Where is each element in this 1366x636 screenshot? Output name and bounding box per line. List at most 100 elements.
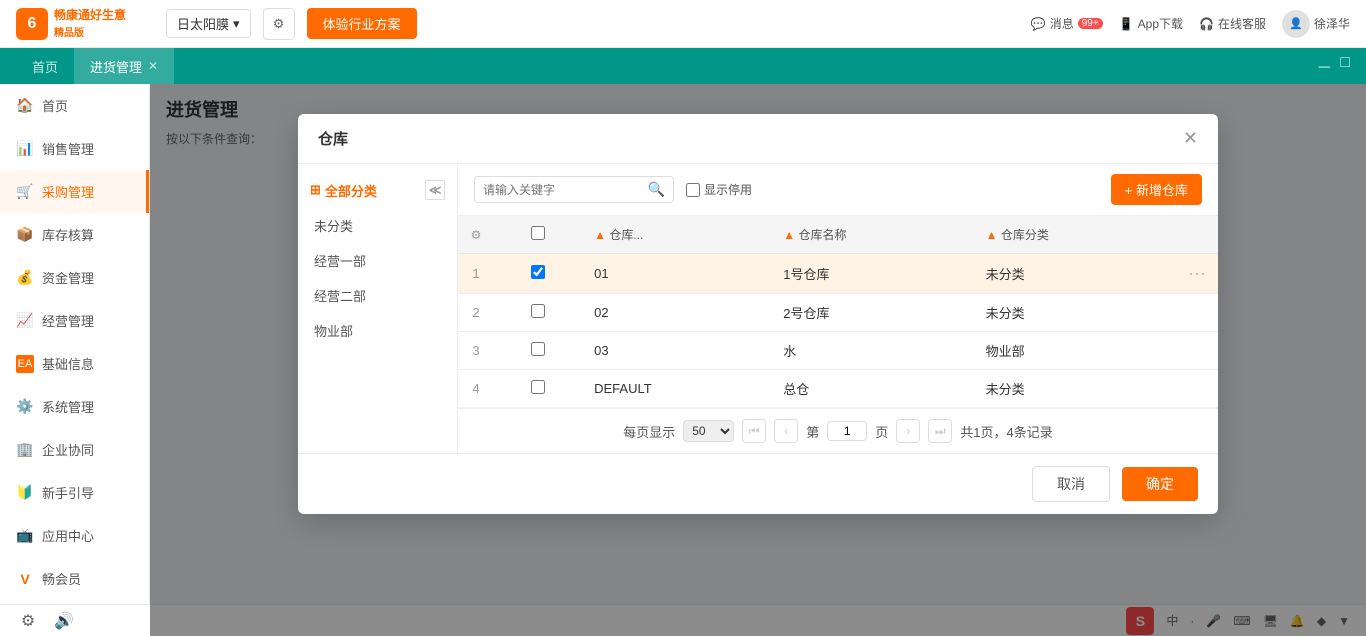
- vip-icon: V: [16, 570, 34, 588]
- nav-tabs: 首页 进货管理 ✕ － □: [0, 48, 1366, 84]
- modal-footer: 取消 确定: [298, 453, 1218, 514]
- window-controls: － □: [1316, 54, 1350, 78]
- table-row[interactable]: 3 03 水 物业部: [458, 332, 1218, 370]
- category-item-dept2[interactable]: 经营二部: [298, 278, 457, 313]
- content-area: 进货管理 按以下条件查询： 仓库 ✕ ⊞ 全部分类: [150, 84, 1366, 636]
- row-checkbox-cell: [494, 294, 582, 332]
- trial-button[interactable]: 体验行业方案: [307, 8, 417, 39]
- next-page-button[interactable]: ›: [896, 419, 920, 443]
- sidebar-item-label: 新手引导: [42, 483, 94, 502]
- sidebar-item-vip[interactable]: V 畅会员: [0, 557, 149, 600]
- settings-bottom-icon[interactable]: ⚙: [16, 609, 40, 633]
- row-checkbox-cell: [494, 254, 582, 294]
- warehouse-modal: 仓库 ✕ ⊞ 全部分类 ≪ 未分类: [298, 114, 1218, 514]
- sort-icon2: ▲: [783, 228, 795, 242]
- page-input[interactable]: [827, 421, 867, 441]
- online-service-item[interactable]: 🎧 在线客服: [1199, 15, 1266, 32]
- maximize-icon[interactable]: □: [1340, 54, 1350, 78]
- row-code: 03: [582, 332, 771, 370]
- sidebar-item-label: 首页: [42, 96, 68, 115]
- tab-home[interactable]: 首页: [16, 48, 74, 84]
- sidebar-item-home[interactable]: 🏠 首页: [0, 84, 149, 127]
- sidebar-item-label: 经营管理: [42, 311, 94, 330]
- sidebar-item-finance[interactable]: 💰 资金管理: [0, 256, 149, 299]
- sidebar-item-basic-info[interactable]: EA 基础信息: [0, 342, 149, 385]
- guide-icon: 🔰: [16, 484, 34, 502]
- category-header: ⊞ 全部分类 ≪: [298, 172, 457, 208]
- home-icon: 🏠: [16, 97, 34, 115]
- show-disabled-input[interactable]: [686, 183, 700, 197]
- modal-toolbar: 🔍 显示停用 + 新增仓库: [458, 164, 1218, 216]
- row-num: 2: [458, 294, 494, 332]
- search-input[interactable]: [483, 183, 644, 197]
- sidebar-item-apps[interactable]: 📺 应用中心: [0, 514, 149, 557]
- tab-close-icon[interactable]: ✕: [148, 59, 158, 73]
- page-label: 第: [806, 422, 819, 441]
- category-item-uncategorized[interactable]: 未分类: [298, 208, 457, 243]
- add-warehouse-button[interactable]: + 新增仓库: [1111, 174, 1202, 205]
- total-label: 共1页，4条记录: [960, 422, 1052, 441]
- row-num: 1: [458, 254, 494, 294]
- table-row[interactable]: 2 02 2号仓库 未分类: [458, 294, 1218, 332]
- th-category: ▲ 仓库分类: [974, 216, 1176, 254]
- last-page-button[interactable]: ⏭: [928, 419, 952, 443]
- row-checkbox[interactable]: [531, 342, 545, 356]
- logo-icon: 6: [16, 8, 48, 40]
- main-layout: 🏠 首页 📊 销售管理 🛒 采购管理 📦 库存核算 💰 资金管理 📈 经营管理 …: [0, 84, 1366, 636]
- messages-label: 消息: [1050, 15, 1074, 32]
- basic-info-icon: EA: [16, 355, 34, 373]
- messages-item[interactable]: 💬 消息 99+: [1031, 15, 1103, 32]
- more-actions-button[interactable]: ···: [1188, 263, 1206, 283]
- settings-button[interactable]: ⚙: [263, 8, 295, 40]
- row-checkbox[interactable]: [531, 380, 545, 394]
- row-checkbox[interactable]: [531, 265, 545, 279]
- sidebar-item-operations[interactable]: 📈 经营管理: [0, 299, 149, 342]
- sidebar-item-label: 库存核算: [42, 225, 94, 244]
- per-page-select[interactable]: 50 100 200: [683, 420, 734, 442]
- sidebar: 🏠 首页 📊 销售管理 🛒 采购管理 📦 库存核算 💰 资金管理 📈 经营管理 …: [0, 84, 150, 636]
- search-box: 🔍: [474, 176, 674, 203]
- user-item[interactable]: 👤 徐泽华: [1282, 10, 1350, 38]
- modal-close-button[interactable]: ✕: [1183, 128, 1198, 149]
- pagination: 每页显示 50 100 200 ⏮ ‹ 第 页 ›: [458, 408, 1218, 453]
- table-row[interactable]: 1 01 1号仓库 未分类 ···: [458, 254, 1218, 294]
- category-item-dept1[interactable]: 经营一部: [298, 243, 457, 278]
- category-item-property[interactable]: 物业部: [298, 313, 457, 348]
- first-page-button[interactable]: ⏮: [742, 419, 766, 443]
- avatar: 👤: [1282, 10, 1310, 38]
- row-checkbox-cell: [494, 370, 582, 408]
- cancel-button[interactable]: 取消: [1032, 466, 1110, 502]
- messages-badge: 99+: [1078, 18, 1103, 29]
- operations-icon: 📈: [16, 312, 34, 330]
- category-header-label: 全部分类: [325, 181, 377, 200]
- confirm-button[interactable]: 确定: [1122, 467, 1198, 501]
- sidebar-item-label: 采购管理: [42, 182, 94, 201]
- row-category: 未分类: [974, 254, 1176, 294]
- row-category: 物业部: [974, 332, 1176, 370]
- th-gear: ⚙: [458, 216, 494, 254]
- table-row[interactable]: 4 DEFAULT 总仓 未分类: [458, 370, 1218, 408]
- minimize-icon[interactable]: －: [1316, 54, 1332, 78]
- modal-sidebar: ⊞ 全部分类 ≪ 未分类 经营一部 经营二部: [298, 164, 458, 453]
- sidebar-item-enterprise[interactable]: 🏢 企业协同: [0, 428, 149, 471]
- sidebar-item-inventory[interactable]: 📦 库存核算: [0, 213, 149, 256]
- show-disabled-checkbox[interactable]: 显示停用: [686, 181, 752, 198]
- tab-purchase[interactable]: 进货管理 ✕: [74, 48, 174, 84]
- row-checkbox[interactable]: [531, 304, 545, 318]
- speaker-icon[interactable]: 🔊: [52, 609, 76, 633]
- collapse-sidebar-button[interactable]: ≪: [425, 180, 445, 200]
- sidebar-item-sales[interactable]: 📊 销售管理: [0, 127, 149, 170]
- company-selector[interactable]: 日太阳膜 ▾: [166, 9, 251, 38]
- th-checkbox: [494, 216, 582, 254]
- sort-icon: ▲: [594, 228, 606, 242]
- row-checkbox-cell: [494, 332, 582, 370]
- prev-page-button[interactable]: ‹: [774, 419, 798, 443]
- sidebar-item-guide[interactable]: 🔰 新手引导: [0, 471, 149, 514]
- show-disabled-label: 显示停用: [704, 181, 752, 198]
- app-download-item[interactable]: 📱 App下载: [1119, 15, 1183, 32]
- th-code: ▲ 仓库...: [582, 216, 771, 254]
- sidebar-item-system[interactable]: ⚙️ 系统管理: [0, 385, 149, 428]
- select-all-checkbox[interactable]: [531, 226, 545, 240]
- company-name: 日太阳膜: [177, 14, 229, 33]
- sidebar-item-purchase[interactable]: 🛒 采购管理: [0, 170, 149, 213]
